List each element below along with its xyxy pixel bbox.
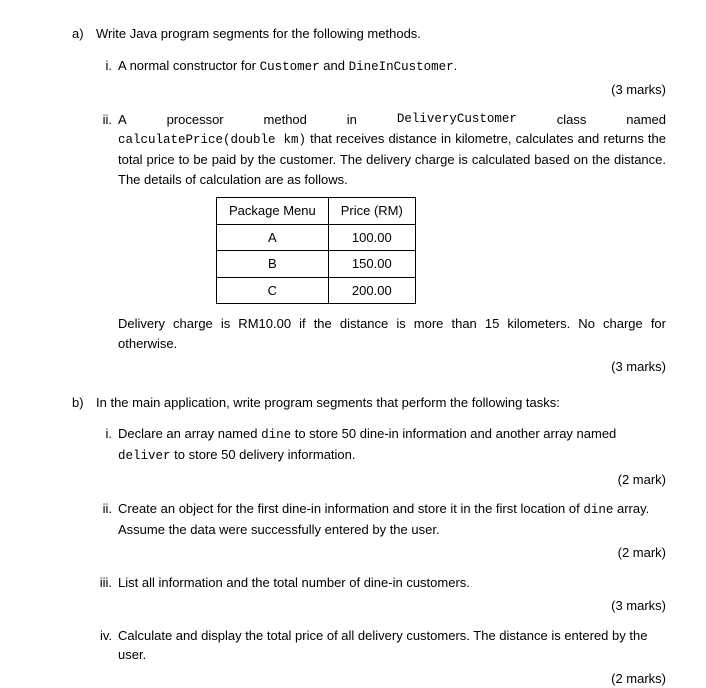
- table-row: B 150.00: [217, 251, 416, 278]
- part-b: b) In the main application, write progra…: [72, 393, 666, 688]
- table-cell: 150.00: [328, 251, 415, 278]
- word: method: [264, 110, 307, 130]
- code-fragment: DeliveryCustomer: [397, 110, 517, 130]
- price-table-container: Package Menu Price (RM) A 100.00 B 150.0…: [96, 197, 666, 304]
- price-table: Package Menu Price (RM) A 100.00 B 150.0…: [216, 197, 416, 304]
- text-fragment: Create an object for the first dine-in i…: [118, 501, 583, 516]
- table-cell: C: [217, 277, 329, 304]
- text-fragment: .: [454, 58, 458, 73]
- table-header-cell: Package Menu: [217, 198, 329, 225]
- table-row: C 200.00: [217, 277, 416, 304]
- part-a-i-marks: (3 marks): [96, 80, 666, 100]
- text-fragment: to store 50 delivery information.: [171, 447, 356, 462]
- word: processor: [167, 110, 224, 130]
- part-b-header: b) In the main application, write progra…: [72, 393, 666, 413]
- text-fragment: Declare an array named: [118, 426, 261, 441]
- code-fragment: Customer: [260, 60, 320, 74]
- delivery-charge-note: Delivery charge is RM10.00 if the distan…: [118, 314, 666, 353]
- part-b-iii-text: List all information and the total numbe…: [118, 573, 666, 593]
- part-b-i-marks: (2 mark): [96, 470, 666, 490]
- code-fragment: calculatePrice(double km): [118, 133, 306, 147]
- text-fragment: to store 50 dine-in information and anot…: [291, 426, 616, 441]
- part-b-iv-marks: (2 marks): [96, 669, 666, 688]
- part-a-header: a) Write Java program segments for the f…: [72, 24, 666, 44]
- code-fragment: dine: [583, 503, 613, 517]
- part-a-i: i. A normal constructor for Customer and…: [96, 56, 666, 77]
- code-fragment: dine: [261, 428, 291, 442]
- text-fragment: A normal constructor for: [118, 58, 260, 73]
- part-b-iv-label: iv.: [96, 626, 118, 665]
- part-b-label: b): [72, 393, 96, 413]
- part-b-ii-text: Create an object for the first dine-in i…: [118, 499, 666, 539]
- table-cell: 100.00: [328, 224, 415, 251]
- part-a-ii: ii. A processor method in DeliveryCustom…: [96, 110, 666, 189]
- part-b-i-text: Declare an array named dine to store 50 …: [118, 424, 666, 466]
- part-a-ii-marks: (3 marks): [96, 357, 666, 377]
- part-a-ii-text: A processor method in DeliveryCustomer c…: [118, 110, 666, 189]
- part-b-iv-text: Calculate and display the total price of…: [118, 626, 666, 665]
- table-cell: 200.00: [328, 277, 415, 304]
- table-cell: B: [217, 251, 329, 278]
- word: in: [347, 110, 357, 130]
- part-a-label: a): [72, 24, 96, 44]
- text-fragment: and: [320, 58, 349, 73]
- part-b-ii-marks: (2 mark): [96, 543, 666, 563]
- part-a-intro: Write Java program segments for the foll…: [96, 24, 666, 44]
- part-b-i: i. Declare an array named dine to store …: [96, 424, 666, 466]
- part-a-i-label: i.: [96, 56, 118, 77]
- code-fragment: DineInCustomer: [349, 60, 454, 74]
- table-header-row: Package Menu Price (RM): [217, 198, 416, 225]
- word: class: [557, 110, 587, 130]
- part-b-iii: iii. List all information and the total …: [96, 573, 666, 593]
- part-b-iii-marks: (3 marks): [96, 596, 666, 616]
- word: A: [118, 110, 127, 130]
- part-b-ii: ii. Create an object for the first dine-…: [96, 499, 666, 539]
- part-b-iii-label: iii.: [96, 573, 118, 593]
- part-a-ii-label: ii.: [96, 110, 118, 189]
- part-a: a) Write Java program segments for the f…: [72, 24, 666, 377]
- code-fragment: deliver: [118, 449, 171, 463]
- part-b-ii-label: ii.: [96, 499, 118, 539]
- part-b-intro: In the main application, write program s…: [96, 393, 666, 413]
- part-b-iv: iv. Calculate and display the total pric…: [96, 626, 666, 665]
- table-header-cell: Price (RM): [328, 198, 415, 225]
- table-cell: A: [217, 224, 329, 251]
- table-row: A 100.00: [217, 224, 416, 251]
- word: named: [626, 110, 666, 130]
- part-b-i-label: i.: [96, 424, 118, 466]
- part-a-i-text: A normal constructor for Customer and Di…: [118, 56, 666, 77]
